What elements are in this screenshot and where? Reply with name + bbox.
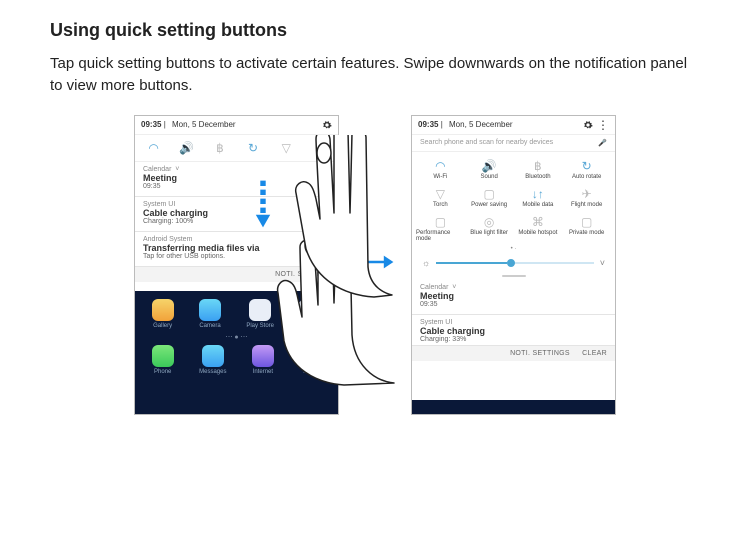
tile-rotate[interactable]: ↻Auto rotate bbox=[562, 158, 611, 180]
app-phone[interactable]: Phone bbox=[152, 345, 174, 375]
notif-title: Cable charging bbox=[420, 326, 607, 336]
wifi-icon: ◠ bbox=[435, 158, 445, 174]
notif-sub: Charging: 33% bbox=[420, 336, 607, 343]
tile-perf[interactable]: ▢Performance mode bbox=[416, 214, 465, 242]
notification[interactable]: System UI Cable charging Charging: 33% bbox=[412, 315, 615, 346]
quick-settings-grid: ◠Wi-Fi 🔊Sound ฿Bluetooth ↻Auto rotate ▽T… bbox=[412, 152, 615, 244]
tile-hotspot[interactable]: ⌘Mobile hotspot bbox=[514, 214, 563, 242]
notif-title: Transferring media files via bbox=[143, 243, 330, 253]
notif-sub: 09:35 bbox=[420, 301, 607, 308]
arrow-right-icon bbox=[355, 252, 395, 277]
phone-collapsed: 09:35 | Mon, 5 December ◠ 🔊 ฿ ↻ ▽ ⌄ Cale… bbox=[134, 115, 339, 415]
swipe-down-arrow-icon bbox=[254, 177, 272, 236]
hotspot-icon: ⌘ bbox=[532, 214, 544, 230]
notif-sub: 09:35 bbox=[143, 183, 330, 190]
search-placeholder: Search phone and scan for nearby devices bbox=[420, 139, 553, 146]
notif-title: Meeting bbox=[420, 291, 607, 301]
gear-icon[interactable] bbox=[583, 120, 593, 130]
status-time: 09:35 bbox=[141, 120, 161, 129]
notif-source: System UI bbox=[143, 201, 330, 208]
app-google[interactable]: Google bbox=[299, 299, 321, 329]
qs-pager-dots: • · bbox=[412, 244, 615, 254]
app-apps[interactable]: Apps bbox=[299, 345, 321, 375]
notif-source: Android System bbox=[143, 236, 330, 243]
notif-title: Meeting bbox=[143, 173, 330, 183]
slider-track[interactable] bbox=[436, 262, 593, 264]
pager-dots: ⋯ ● ⋯ bbox=[135, 333, 338, 341]
rotate-icon: ↻ bbox=[582, 158, 592, 174]
search-bar[interactable]: Search phone and scan for nearby devices… bbox=[412, 135, 615, 152]
tile-wifi[interactable]: ◠Wi-Fi bbox=[416, 158, 465, 180]
notification[interactable]: Android System Transferring media files … bbox=[135, 232, 338, 267]
app-gallery[interactable]: Gallery bbox=[152, 299, 174, 329]
bluelight-icon: ◎ bbox=[484, 214, 494, 230]
tile-private[interactable]: ▢Private mode bbox=[562, 214, 611, 242]
status-date: Mon, 5 December bbox=[449, 120, 583, 129]
notif-title: Cable charging bbox=[143, 208, 330, 218]
bluetooth-icon[interactable]: ฿ bbox=[211, 139, 229, 157]
clear-button[interactable]: CLEAR bbox=[582, 350, 607, 357]
status-bar: 09:35 | Mon, 5 December ⋮ bbox=[412, 116, 615, 135]
tile-flight[interactable]: ✈Flight mode bbox=[562, 186, 611, 208]
sound-icon: 🔊 bbox=[482, 158, 497, 174]
home-screen-dimmed bbox=[412, 400, 615, 414]
flight-icon: ✈ bbox=[582, 186, 592, 202]
torch-icon[interactable]: ▽ bbox=[277, 139, 295, 157]
notif-source: Calendar bbox=[143, 166, 171, 173]
notification[interactable]: Calendar ˅ Meeting 09:35 bbox=[412, 280, 615, 315]
app-internet[interactable]: Internet bbox=[252, 345, 274, 375]
noti-settings-button[interactable]: NOTI. SETTINGS bbox=[510, 350, 570, 357]
app-camera[interactable]: Camera bbox=[199, 299, 221, 329]
data-icon: ↓↑ bbox=[532, 186, 544, 202]
gear-icon[interactable] bbox=[322, 120, 332, 130]
brightness-slider[interactable]: ☼ ˅ bbox=[412, 254, 615, 272]
app-messages[interactable]: Messages bbox=[199, 345, 226, 375]
sound-icon[interactable]: 🔊 bbox=[178, 139, 196, 157]
status-date: Mon, 5 December bbox=[172, 120, 322, 129]
app-playstore[interactable]: Play Store bbox=[246, 299, 274, 329]
rotate-icon[interactable]: ↻ bbox=[244, 139, 262, 157]
notification[interactable]: Calendar ˅ Meeting 09:35 bbox=[135, 162, 338, 197]
tile-sound[interactable]: 🔊Sound bbox=[465, 158, 514, 180]
notif-sub: Charging: 100% bbox=[143, 218, 330, 225]
power-icon: ▢ bbox=[483, 186, 494, 202]
status-time: 09:35 bbox=[418, 120, 438, 129]
status-bar: 09:35 | Mon, 5 December bbox=[135, 116, 338, 135]
tile-data[interactable]: ↓↑Mobile data bbox=[514, 186, 563, 208]
tile-bluetooth[interactable]: ฿Bluetooth bbox=[514, 158, 563, 180]
wifi-icon[interactable]: ◠ bbox=[145, 139, 163, 157]
panel-handle[interactable] bbox=[412, 272, 615, 280]
more-icon[interactable]: ⋮ bbox=[597, 120, 609, 130]
notif-source: System UI bbox=[420, 319, 607, 326]
brightness-icon: ☼ bbox=[422, 258, 430, 268]
notif-source: Calendar bbox=[420, 284, 448, 291]
phone-expanded: 09:35 | Mon, 5 December ⋮ Search phone a… bbox=[411, 115, 616, 415]
notif-sub: Tap for other USB options. bbox=[143, 253, 330, 260]
tile-power[interactable]: ▢Power saving bbox=[465, 186, 514, 208]
bluetooth-icon: ฿ bbox=[534, 158, 542, 174]
notif-footer: NOTI. SETTINGS CLEAR bbox=[412, 346, 615, 361]
notif-footer: NOTI. SETTING bbox=[135, 267, 338, 282]
intro-text: Tap quick setting buttons to activate ce… bbox=[50, 53, 700, 97]
mic-icon[interactable]: 🎤 bbox=[598, 139, 607, 147]
chevron-down-icon[interactable]: ˅ bbox=[600, 258, 605, 268]
tile-bluelight[interactable]: ◎Blue light filter bbox=[465, 214, 514, 242]
perf-icon: ▢ bbox=[435, 214, 446, 230]
tile-torch[interactable]: ▽Torch bbox=[416, 186, 465, 208]
quick-settings-row: ◠ 🔊 ฿ ↻ ▽ ⌄ bbox=[135, 135, 338, 162]
chevron-down-icon[interactable]: ⌄ bbox=[310, 139, 328, 157]
torch-icon: ▽ bbox=[436, 186, 445, 202]
private-icon: ▢ bbox=[581, 214, 592, 230]
slider-thumb[interactable] bbox=[507, 259, 515, 267]
page-heading: Using quick setting buttons bbox=[50, 20, 700, 41]
notification[interactable]: System UI Cable charging Charging: 100% bbox=[135, 197, 338, 232]
figures: 09:35 | Mon, 5 December ◠ 🔊 ฿ ↻ ▽ ⌄ Cale… bbox=[50, 115, 700, 415]
noti-settings-button[interactable]: NOTI. SETTING bbox=[275, 271, 330, 278]
home-screen-dimmed: Gallery Camera Play Store Google ⋯ ● ⋯ P… bbox=[135, 291, 338, 414]
